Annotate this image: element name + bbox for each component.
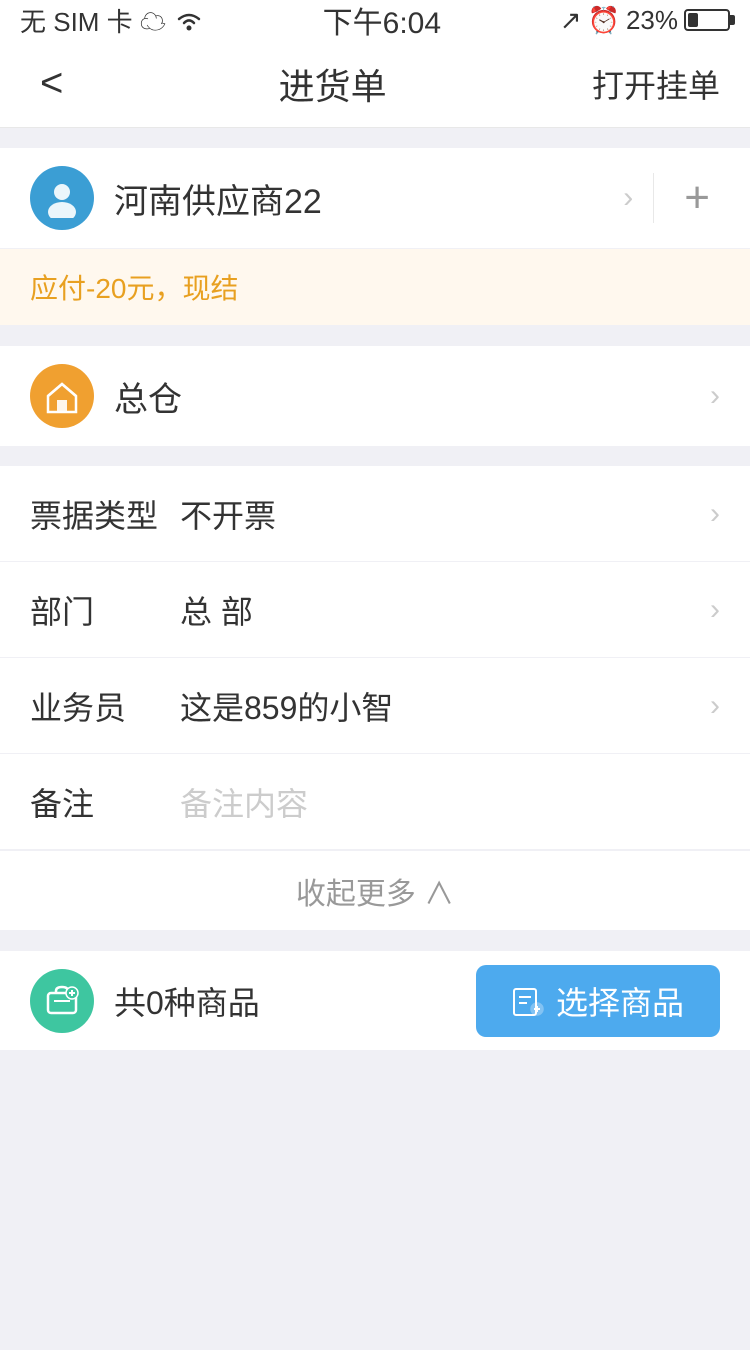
supplier-section: 河南供应商22 › + [0, 148, 750, 249]
alarm-icon: ⏰ [588, 5, 620, 36]
collapse-label: 收起更多 ∧ [296, 869, 454, 913]
supplier-chevron-icon: › [623, 181, 633, 215]
status-time: 下午6:04 [323, 0, 441, 42]
remark-placeholder: 备注内容 [170, 779, 720, 825]
sim-label: 无 SIM 卡 ☁ [20, 2, 166, 39]
bottom-bar: 共0种商品 选择商品 [0, 950, 750, 1050]
house-icon [44, 378, 80, 414]
select-product-label: 选择商品 [556, 978, 684, 1024]
select-product-button[interactable]: 选择商品 [476, 965, 720, 1037]
add-supplier-button[interactable]: + [674, 163, 720, 233]
invoice-label: 票据类型 [30, 491, 170, 537]
alert-row: 应付-20元，现结 [0, 249, 750, 326]
cart-icon [44, 983, 80, 1019]
sales-chevron-icon: › [710, 689, 720, 723]
wifi-icon [174, 9, 204, 31]
sales-value: 这是859的小智 [170, 683, 700, 729]
supplier-avatar [30, 166, 94, 230]
form-section: 票据类型 不开票 › 部门 总 部 › 业务员 这是859的小智 › 备注 备注… [0, 466, 750, 930]
back-button[interactable]: < [30, 51, 73, 116]
battery-icon [684, 9, 730, 31]
warehouse-row[interactable]: 总仓 › [0, 346, 750, 446]
dept-chevron-icon: › [710, 593, 720, 627]
nav-bar: < 进货单 打开挂单 [0, 40, 750, 128]
open-pending-button[interactable]: 打开挂单 [592, 61, 720, 107]
select-product-icon [512, 985, 544, 1017]
person-icon [42, 178, 82, 218]
remark-row[interactable]: 备注 备注内容 [0, 754, 750, 850]
warehouse-chevron-icon: › [710, 379, 720, 413]
invoice-chevron-icon: › [710, 497, 720, 531]
dept-value: 总 部 [170, 587, 700, 633]
warehouse-icon [30, 364, 94, 428]
status-right: ↗ ⏰ 23% [560, 5, 730, 36]
cart-icon-wrap [30, 969, 94, 1033]
invoice-value: 不开票 [170, 491, 700, 537]
supplier-divider [653, 173, 654, 223]
warehouse-name: 总仓 [114, 372, 700, 421]
invoice-row[interactable]: 票据类型 不开票 › [0, 466, 750, 562]
collapse-row[interactable]: 收起更多 ∧ [0, 850, 750, 930]
sales-row[interactable]: 业务员 这是859的小智 › [0, 658, 750, 754]
page-background [0, 1050, 750, 1350]
page-title: 进货单 [279, 58, 387, 110]
supplier-name: 河南供应商22 [114, 174, 613, 223]
product-count: 共0种商品 [114, 978, 476, 1024]
status-bar: 无 SIM 卡 ☁ 下午6:04 ↗ ⏰ 23% [0, 0, 750, 40]
alert-text: 应付-20元，现结 [30, 273, 238, 304]
warehouse-section: 总仓 › [0, 346, 750, 446]
location-icon: ↗ [560, 5, 582, 36]
top-divider [0, 128, 750, 148]
dept-label: 部门 [30, 587, 170, 633]
remark-label: 备注 [30, 779, 170, 825]
sales-label: 业务员 [30, 683, 170, 729]
battery-percent: 23% [626, 5, 678, 36]
status-left: 无 SIM 卡 ☁ [20, 2, 204, 39]
supplier-row[interactable]: 河南供应商22 › [30, 148, 633, 248]
dept-row[interactable]: 部门 总 部 › [0, 562, 750, 658]
